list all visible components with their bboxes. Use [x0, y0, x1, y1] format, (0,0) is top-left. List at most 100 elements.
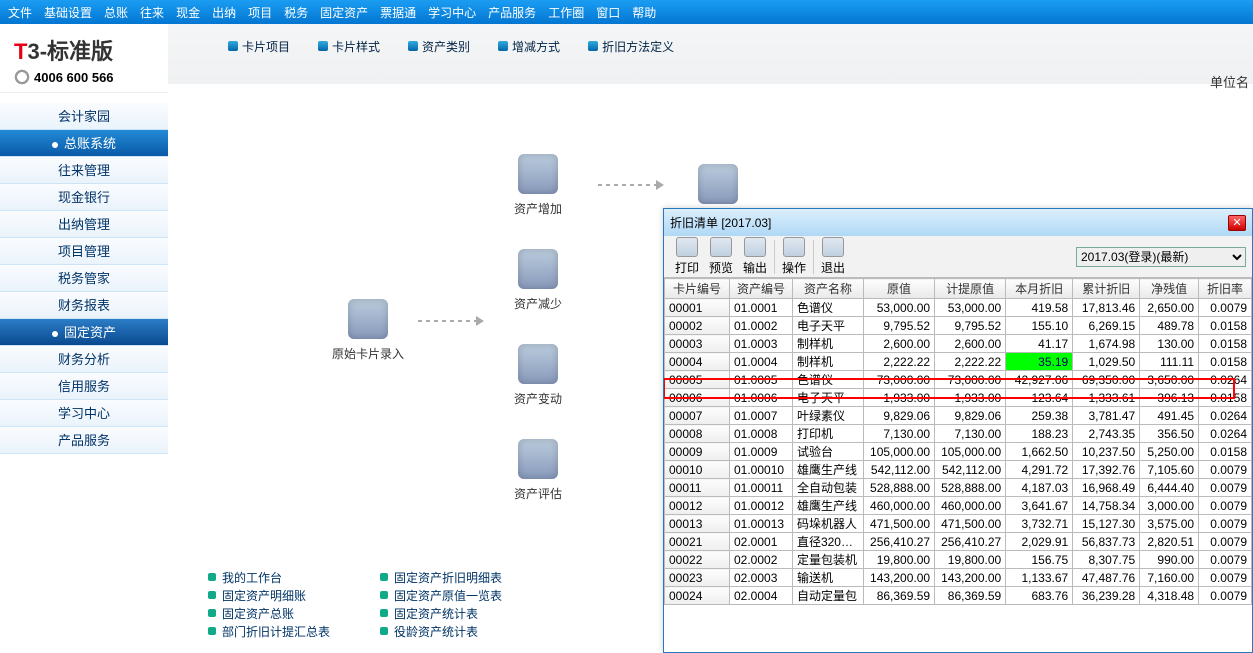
period-select[interactable]: 2017.03(登录)(最新) — [1076, 247, 1246, 267]
menu-窗口[interactable]: 窗口 — [596, 4, 620, 21]
flow-资产变动[interactable]: 资产变动 — [498, 344, 578, 407]
tool-折旧方法定义[interactable]: 折旧方法定义 — [588, 38, 674, 55]
cell-value: 143,200.00 — [864, 569, 935, 587]
nav-会计家园[interactable]: 会计家园 — [0, 103, 168, 130]
menu-税务[interactable]: 税务 — [284, 4, 308, 21]
cell-value: 0.0079 — [1199, 497, 1252, 515]
dialog-title-text: 折旧清单 [2017.03] — [670, 214, 771, 231]
col-净残值[interactable]: 净残值 — [1140, 279, 1199, 299]
table-row[interactable]: 0001301.00013码垛机器人471,500.00471,500.003,… — [665, 515, 1252, 533]
menu-基础设置[interactable]: 基础设置 — [44, 4, 92, 21]
nav-产品服务[interactable]: 产品服务 — [0, 427, 168, 454]
menu-帮助[interactable]: 帮助 — [632, 4, 656, 21]
link-我的工作台[interactable]: 我的工作台 — [208, 568, 330, 586]
link-固定资产统计表[interactable]: 固定资产统计表 — [380, 604, 502, 622]
tool-卡片项目[interactable]: 卡片项目 — [228, 38, 290, 55]
cell-value: 4,318.48 — [1140, 587, 1199, 605]
flow-资产减少[interactable]: 资产减少 — [498, 249, 578, 312]
table-row[interactable]: 0000801.0008打印机7,130.007,130.00188.232,7… — [665, 425, 1252, 443]
print-button[interactable]: 打印 — [670, 237, 704, 276]
col-卡片编号[interactable]: 卡片编号 — [665, 279, 730, 299]
nav-信用服务[interactable]: 信用服务 — [0, 373, 168, 400]
link-役龄资产统计表[interactable]: 役龄资产统计表 — [380, 622, 502, 640]
table-row[interactable]: 0002302.0003输送机143,200.00143,200.001,133… — [665, 569, 1252, 587]
print-icon — [676, 237, 698, 257]
nav-学习中心[interactable]: 学习中心 — [0, 400, 168, 427]
link-固定资产总账[interactable]: 固定资产总账 — [208, 604, 330, 622]
menu-往来[interactable]: 往来 — [140, 4, 164, 21]
menu-总账[interactable]: 总账 — [104, 4, 128, 21]
table-row[interactable]: 0002102.0001直径3200咸256,410.27256,410.272… — [665, 533, 1252, 551]
menu-项目[interactable]: 项目 — [248, 4, 272, 21]
nav-固定资产[interactable]: 固定资产 — [0, 319, 168, 346]
table-row[interactable]: 0000301.0003制样机2,600.002,600.0041.171,67… — [665, 335, 1252, 353]
col-计提原值[interactable]: 计提原值 — [935, 279, 1006, 299]
col-折旧率[interactable]: 折旧率 — [1199, 279, 1252, 299]
menu-产品服务[interactable]: 产品服务 — [488, 4, 536, 21]
table-row[interactable]: 0002202.0002定量包装机19,800.0019,800.00156.7… — [665, 551, 1252, 569]
col-本月折旧[interactable]: 本月折旧 — [1006, 279, 1073, 299]
menu-文件[interactable]: 文件 — [8, 4, 32, 21]
nav-财务报表[interactable]: 财务报表 — [0, 292, 168, 319]
nav-项目管理[interactable]: 项目管理 — [0, 238, 168, 265]
menu-出纳[interactable]: 出纳 — [212, 4, 236, 21]
col-资产名称[interactable]: 资产名称 — [792, 279, 863, 299]
table-row[interactable]: 0001101.00011全自动包装528,888.00528,888.004,… — [665, 479, 1252, 497]
operate-button[interactable]: 操作 — [777, 237, 811, 276]
row-id: 00007 — [665, 407, 730, 425]
link-固定资产原值一览表[interactable]: 固定资产原值一览表 — [380, 586, 502, 604]
table-row[interactable]: 0000901.0009试验台105,000.00105,000.001,662… — [665, 443, 1252, 461]
preview-button[interactable]: 预览 — [704, 237, 738, 276]
col-资产编号[interactable]: 资产编号 — [729, 279, 792, 299]
cell-value: 105,000.00 — [935, 443, 1006, 461]
menu-票据通[interactable]: 票据通 — [380, 4, 416, 21]
table-row[interactable]: 0000601.0006电子天平1,933.001,933.00123.641,… — [665, 389, 1252, 407]
menu-固定资产[interactable]: 固定资产 — [320, 4, 368, 21]
table-row[interactable]: 0000501.0005色谱仪73,000.0073,000.0042,927.… — [665, 371, 1252, 389]
table-row[interactable]: 0000201.0002电子天平9,795.529,795.52155.106,… — [665, 317, 1252, 335]
table-row[interactable]: 0001201.00012雄鹰生产线460,000.00460,000.003,… — [665, 497, 1252, 515]
cell-value: 35.19 — [1006, 353, 1073, 371]
close-icon[interactable]: ✕ — [1228, 215, 1246, 231]
tool-卡片样式[interactable]: 卡片样式 — [318, 38, 380, 55]
export-button[interactable]: 输出 — [738, 237, 772, 276]
table-row[interactable]: 0002402.0004自动定量包86,369.5986,369.59683.7… — [665, 587, 1252, 605]
nav-现金银行[interactable]: 现金银行 — [0, 184, 168, 211]
col-原值[interactable]: 原值 — [864, 279, 935, 299]
grid-scroll[interactable]: 卡片编号资产编号资产名称原值计提原值本月折旧累计折旧净残值折旧率 0000101… — [664, 278, 1252, 652]
col-累计折旧[interactable]: 累计折旧 — [1073, 279, 1140, 299]
nav-税务管家[interactable]: 税务管家 — [0, 265, 168, 292]
table-row[interactable]: 0000101.0001色谱仪53,000.0053,000.00419.581… — [665, 299, 1252, 317]
flow-entry[interactable]: 原始卡片录入 — [328, 299, 408, 362]
nav-财务分析[interactable]: 财务分析 — [0, 346, 168, 373]
menu-学习中心[interactable]: 学习中心 — [428, 4, 476, 21]
cell-value: 3,650.00 — [1140, 371, 1199, 389]
table-row[interactable]: 0000401.0004制样机2,222.222,222.2235.191,02… — [665, 353, 1252, 371]
cell-value: 17,813.46 — [1073, 299, 1140, 317]
asset-code: 01.0008 — [729, 425, 792, 443]
table-row[interactable]: 0000701.0007叶绿素仪9,829.069,829.06259.383,… — [665, 407, 1252, 425]
asset-code: 01.0001 — [729, 299, 792, 317]
menu-现金[interactable]: 现金 — [176, 4, 200, 21]
logo-t: T — [14, 39, 27, 64]
table-row[interactable]: 0001001.00010雄鹰生产线542,112.00542,112.004,… — [665, 461, 1252, 479]
tool-增减方式[interactable]: 增减方式 — [498, 38, 560, 55]
nav-出纳管理[interactable]: 出纳管理 — [0, 211, 168, 238]
tool-资产类别[interactable]: 资产类别 — [408, 38, 470, 55]
flow-right[interactable] — [678, 164, 758, 210]
nav-往来管理[interactable]: 往来管理 — [0, 157, 168, 184]
link-固定资产明细账[interactable]: 固定资产明细账 — [208, 586, 330, 604]
asset-name: 全自动包装 — [792, 479, 863, 497]
row-id: 00006 — [665, 389, 730, 407]
asset-code: 01.00011 — [729, 479, 792, 497]
cell-value: 17,392.76 — [1073, 461, 1140, 479]
cell-value: 0.0079 — [1199, 569, 1252, 587]
menu-工作圈[interactable]: 工作圈 — [548, 4, 584, 21]
flow-资产评估[interactable]: 资产评估 — [498, 439, 578, 502]
flow-icon — [698, 164, 738, 204]
nav-总账系统[interactable]: 总账系统 — [0, 130, 168, 157]
link-固定资产折旧明细表[interactable]: 固定资产折旧明细表 — [380, 568, 502, 586]
exit-button[interactable]: 退出 — [816, 237, 850, 276]
link-部门折旧计提汇总表[interactable]: 部门折旧计提汇总表 — [208, 622, 330, 640]
flow-资产增加[interactable]: 资产增加 — [498, 154, 578, 217]
